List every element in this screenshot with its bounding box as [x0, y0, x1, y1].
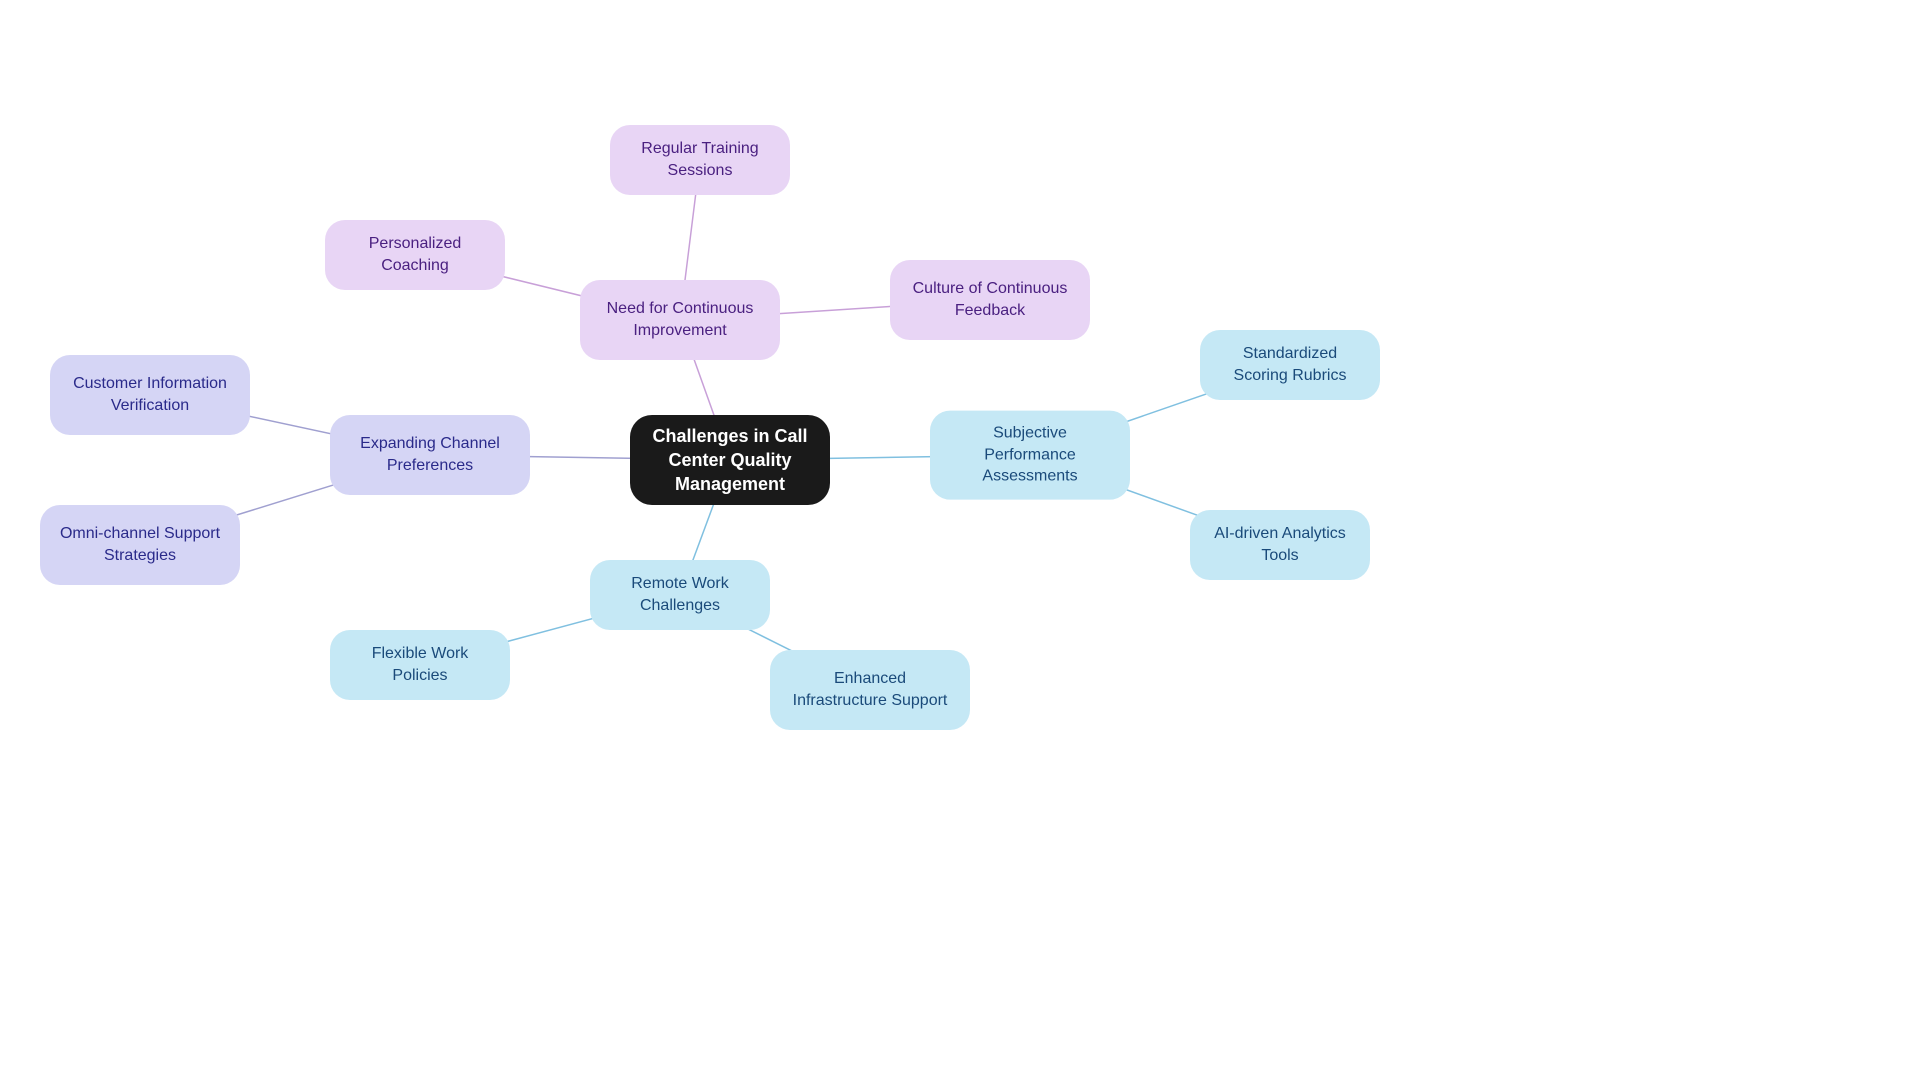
center-node: Challenges in Call Center Quality Manage…	[630, 415, 830, 505]
node-ai-analytics: AI-driven Analytics Tools	[1190, 510, 1370, 580]
node-customer-info: Customer Information Verification	[50, 355, 250, 435]
node-omnichannel: Omni-channel Support Strategies	[40, 505, 240, 585]
node-subjective-performance: Subjective Performance Assessments	[930, 411, 1130, 500]
connections-svg	[0, 0, 1920, 1083]
node-regular-training: Regular Training Sessions	[610, 125, 790, 195]
node-culture-feedback: Culture of Continuous Feedback	[890, 260, 1090, 340]
mind-map-container: Challenges in Call Center Quality Manage…	[0, 0, 1920, 1083]
node-remote-work: Remote Work Challenges	[590, 560, 770, 630]
node-expanding-channel: Expanding Channel Preferences	[330, 415, 530, 495]
node-standardized-scoring: Standardized Scoring Rubrics	[1200, 330, 1380, 400]
node-personalized-coaching: Personalized Coaching	[325, 220, 505, 290]
node-need-continuous: Need for Continuous Improvement	[580, 280, 780, 360]
node-enhanced-infra: Enhanced Infrastructure Support	[770, 650, 970, 730]
node-flexible-work: Flexible Work Policies	[330, 630, 510, 700]
